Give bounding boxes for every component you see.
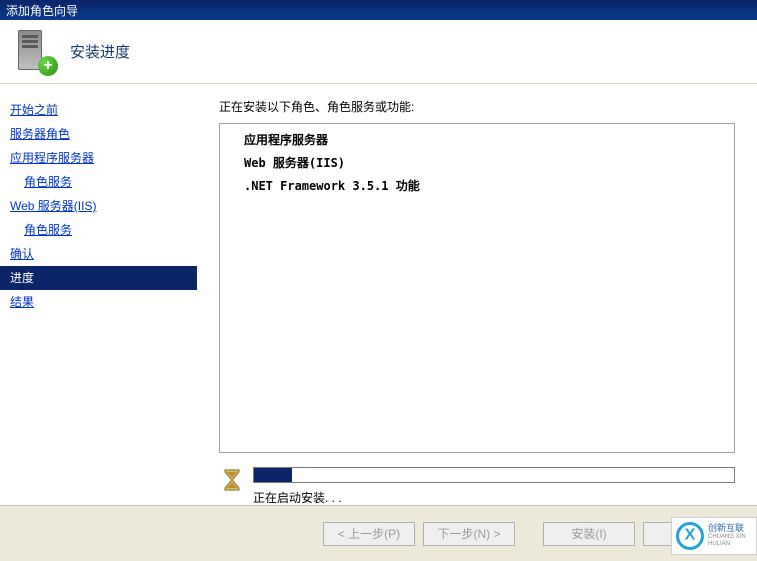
- content-panel: 正在安装以下角色、角色服务或功能: 应用程序服务器Web 服务器(IIS).NE…: [197, 84, 757, 505]
- hourglass-icon: [223, 469, 241, 491]
- install-item-2: .NET Framework 3.5.1 功能: [220, 174, 734, 197]
- watermark-line2: CHUANG XIN HULIAN: [708, 534, 752, 547]
- install-list: 应用程序服务器Web 服务器(IIS).NET Framework 3.5.1 …: [219, 123, 735, 453]
- prev-button[interactable]: < 上一步(P): [323, 522, 415, 546]
- install-item-0: 应用程序服务器: [220, 128, 734, 151]
- page-title: 安装进度: [70, 41, 130, 62]
- server-add-icon: +: [16, 30, 56, 74]
- wizard-header: + 安装进度: [0, 20, 757, 84]
- sidebar-item-1[interactable]: 服务器角色: [0, 122, 197, 146]
- window-titlebar: 添加角色向导: [0, 0, 757, 20]
- main-area: 开始之前服务器角色应用程序服务器角色服务Web 服务器(IIS)角色服务确认进度…: [0, 84, 757, 505]
- sidebar-item-6[interactable]: 确认: [0, 242, 197, 266]
- sidebar-item-5[interactable]: 角色服务: [0, 218, 197, 242]
- progress-section: 正在启动安装. . .: [219, 467, 735, 506]
- window-title: 添加角色向导: [6, 2, 78, 19]
- watermark-line1: 创新互联: [708, 524, 752, 534]
- wizard-sidebar: 开始之前服务器角色应用程序服务器角色服务Web 服务器(IIS)角色服务确认进度…: [0, 84, 197, 505]
- button-bar: < 上一步(P) 下一步(N) > 安装(I) 取消: [0, 505, 757, 561]
- watermark-logo-icon: [676, 522, 704, 550]
- progress-bar: [253, 467, 735, 483]
- sidebar-item-3[interactable]: 角色服务: [0, 170, 197, 194]
- install-button[interactable]: 安装(I): [543, 522, 635, 546]
- sidebar-item-4[interactable]: Web 服务器(IIS): [0, 194, 197, 218]
- sidebar-item-2[interactable]: 应用程序服务器: [0, 146, 197, 170]
- progress-status: 正在启动安装. . .: [253, 489, 735, 506]
- next-button[interactable]: 下一步(N) >: [423, 522, 515, 546]
- content-heading: 正在安装以下角色、角色服务或功能:: [219, 98, 735, 115]
- progress-fill: [254, 468, 292, 482]
- sidebar-item-7: 进度: [0, 266, 197, 290]
- sidebar-item-8[interactable]: 结果: [0, 290, 197, 314]
- install-item-1: Web 服务器(IIS): [220, 151, 734, 174]
- sidebar-item-0[interactable]: 开始之前: [0, 98, 197, 122]
- watermark-text: 创新互联 CHUANG XIN HULIAN: [708, 524, 752, 547]
- progress-column: 正在启动安装. . .: [253, 467, 735, 506]
- watermark: 创新互联 CHUANG XIN HULIAN: [671, 517, 757, 555]
